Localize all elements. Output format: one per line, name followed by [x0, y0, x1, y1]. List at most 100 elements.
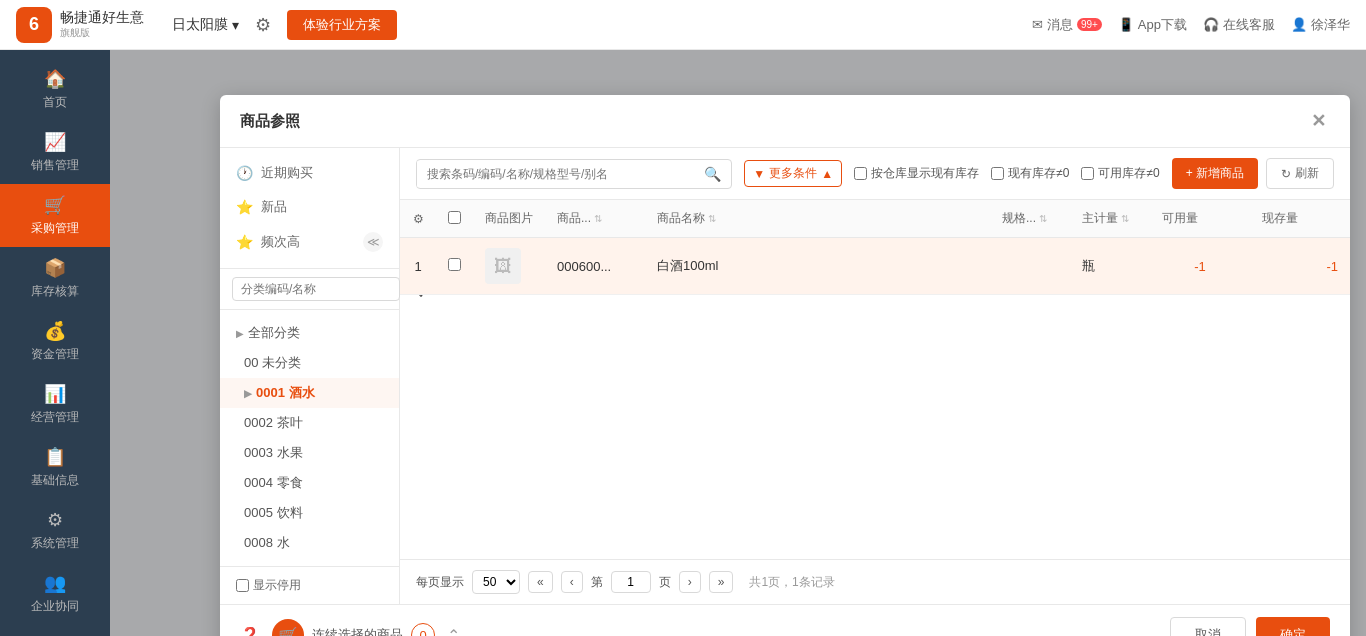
page-word: 第: [591, 574, 603, 591]
refresh-button[interactable]: ↻ 刷新: [1266, 158, 1334, 189]
search-input[interactable]: [417, 161, 694, 187]
select-all-checkbox[interactable]: [448, 211, 461, 224]
first-page-button[interactable]: «: [528, 571, 553, 593]
filter-button[interactable]: ▼ 更多条件 ▲: [744, 160, 842, 187]
new-icon: ⭐: [236, 199, 253, 215]
left-panel: 🕐 近期购买 ⭐ 新品 ⭐ 频次高 ≪: [220, 148, 400, 604]
sidebar-label-management: 经营管理: [31, 409, 79, 426]
settings-icon[interactable]: ⚙: [247, 9, 279, 41]
cat-label-water: 0008 水: [244, 534, 290, 552]
sidebar-item-finance[interactable]: 💰 资金管理: [0, 310, 110, 373]
cancel-button[interactable]: 取消: [1170, 617, 1246, 636]
row-spec: [990, 238, 1070, 295]
show-disabled-checkbox[interactable]: [236, 579, 249, 592]
th-unit[interactable]: 主计量 ⇅: [1070, 200, 1150, 238]
prev-page-button[interactable]: ‹: [561, 571, 583, 593]
nav-new-product[interactable]: ⭐ 新品: [220, 190, 399, 224]
category-search-input[interactable]: [232, 277, 400, 301]
cat-item-fruit[interactable]: 0003 水果: [220, 438, 399, 468]
inventory-icon: 📦: [44, 257, 66, 279]
collapse-button[interactable]: ≪: [363, 232, 383, 252]
sort-name-icon: ⇅: [708, 213, 716, 224]
category-list: ▶ 全部分类 00 未分类 ▶ 0001 酒水 0002 茶叶: [220, 310, 399, 566]
cat-item-snack[interactable]: 0004 零食: [220, 468, 399, 498]
left-panel-bottom: 显示停用: [220, 566, 399, 604]
message-nav-item[interactable]: ✉ 消息 99+: [1032, 16, 1102, 34]
checkbox-available-nonzero[interactable]: 可用库存≠0: [1081, 165, 1159, 182]
show-disabled-label[interactable]: 显示停用: [236, 577, 301, 594]
sidebar-item-enterprise[interactable]: 👥 企业协同: [0, 562, 110, 625]
sidebar-item-purchase[interactable]: 🛒 采购管理: [0, 184, 110, 247]
table-row[interactable]: 1 🖼 000600... 白酒100ml: [400, 238, 1350, 295]
table-head: ⚙ 商品图片: [400, 200, 1350, 238]
experience-btn[interactable]: 体验行业方案: [287, 10, 397, 40]
add-product-button[interactable]: + 新增商品: [1172, 158, 1258, 189]
online-service-item[interactable]: 🎧 在线客服: [1203, 16, 1275, 34]
sidebar-label-sales: 销售管理: [31, 157, 79, 174]
warehouse-stock-input[interactable]: [854, 167, 867, 180]
next-page-button[interactable]: ›: [679, 571, 701, 593]
chevron-down-icon: ▾: [232, 17, 239, 33]
cat-item-water[interactable]: 0008 水: [220, 528, 399, 558]
sidebar-item-guide[interactable]: 🎯 新手引导: [0, 625, 110, 636]
cat-arrow-alcohol: ▶: [244, 388, 252, 399]
app-download-item[interactable]: 📱 App下载: [1118, 16, 1187, 34]
close-button[interactable]: ✕: [1306, 109, 1330, 133]
logo-icon: 6: [16, 7, 52, 43]
sort-unit-icon: ⇅: [1121, 213, 1129, 224]
row-index: 1: [400, 238, 436, 295]
user-icon: 👤: [1291, 17, 1307, 32]
cat-item-unclassified[interactable]: 00 未分类: [220, 348, 399, 378]
user-avatar-item[interactable]: 👤 徐泽华: [1291, 16, 1350, 34]
sidebar-item-home[interactable]: 🏠 首页: [0, 58, 110, 121]
row-checkbox[interactable]: [448, 258, 461, 271]
th-checkbox[interactable]: [436, 200, 473, 238]
sidebar-label-home: 首页: [43, 94, 67, 111]
pagination: 每页显示 50 « ‹ 第 页 › » 共1页，1条记录: [400, 559, 1350, 604]
th-code-label: 商品...: [557, 210, 591, 227]
sidebar-item-inventory[interactable]: 📦 库存核算: [0, 247, 110, 310]
checkbox-warehouse-stock[interactable]: 按仓库显示现有库存: [854, 165, 979, 182]
cat-item-all[interactable]: ▶ 全部分类: [220, 318, 399, 348]
cat-label-alcohol: 0001 酒水: [256, 384, 315, 402]
collapse-cart-icon[interactable]: ⌃: [447, 626, 460, 637]
nav-freq-high[interactable]: ⭐ 频次高 ≪: [220, 224, 399, 260]
cart-icon[interactable]: 🛒: [272, 619, 304, 636]
th-available[interactable]: 可用量: [1150, 200, 1250, 238]
confirm-button[interactable]: 确定: [1256, 617, 1330, 636]
th-name[interactable]: 商品名称 ⇅: [645, 200, 990, 238]
sidebar-item-system[interactable]: ⚙ 系统管理: [0, 499, 110, 562]
table-container: ⚙ 商品图片: [400, 200, 1350, 559]
cat-item-tea[interactable]: 0002 茶叶: [220, 408, 399, 438]
cat-item-appliance[interactable]: 0010 家电: [220, 558, 399, 566]
th-code[interactable]: 商品... ⇅: [545, 200, 645, 238]
th-spec[interactable]: 规格... ⇅: [990, 200, 1070, 238]
nav-new-label: 新品: [261, 198, 287, 216]
help-icon[interactable]: ❓: [240, 626, 260, 637]
per-page-select[interactable]: 50: [472, 570, 520, 594]
sidebar-item-basic[interactable]: 📋 基础信息: [0, 436, 110, 499]
available-nonzero-input[interactable]: [1081, 167, 1094, 180]
cart-label: 连续选择的商品: [312, 626, 403, 636]
stock-nonzero-input[interactable]: [991, 167, 1004, 180]
th-settings[interactable]: ⚙: [400, 200, 436, 238]
category-search-row: 🔍: [220, 269, 399, 310]
app-download-label: App下载: [1138, 16, 1187, 34]
basic-icon: 📋: [44, 446, 66, 468]
search-button[interactable]: 🔍: [694, 160, 731, 188]
last-page-button[interactable]: »: [709, 571, 734, 593]
nav-recent-buy[interactable]: 🕐 近期购买: [220, 156, 399, 190]
page-number-input[interactable]: [611, 571, 651, 593]
sidebar-item-sales[interactable]: 📈 销售管理: [0, 121, 110, 184]
cat-item-alcohol[interactable]: ▶ 0001 酒水: [220, 378, 399, 408]
layout: 🏠 首页 📈 销售管理 🛒 采购管理 📦 库存核算 💰 资金管理 📊 经营管理 …: [0, 50, 1366, 636]
refresh-icon: ↻: [1281, 167, 1291, 181]
row-name: 白酒100ml: [645, 238, 990, 295]
nav-selector[interactable]: 日太阳膜 ▾: [164, 12, 247, 38]
th-stock[interactable]: 现存量: [1250, 200, 1350, 238]
row-unit: 瓶: [1070, 238, 1150, 295]
cat-item-drinks[interactable]: 0005 饮料: [220, 498, 399, 528]
row-checkbox-cell[interactable]: [436, 238, 473, 295]
checkbox-stock-nonzero[interactable]: 现有库存≠0: [991, 165, 1069, 182]
sidebar-item-management[interactable]: 📊 经营管理: [0, 373, 110, 436]
